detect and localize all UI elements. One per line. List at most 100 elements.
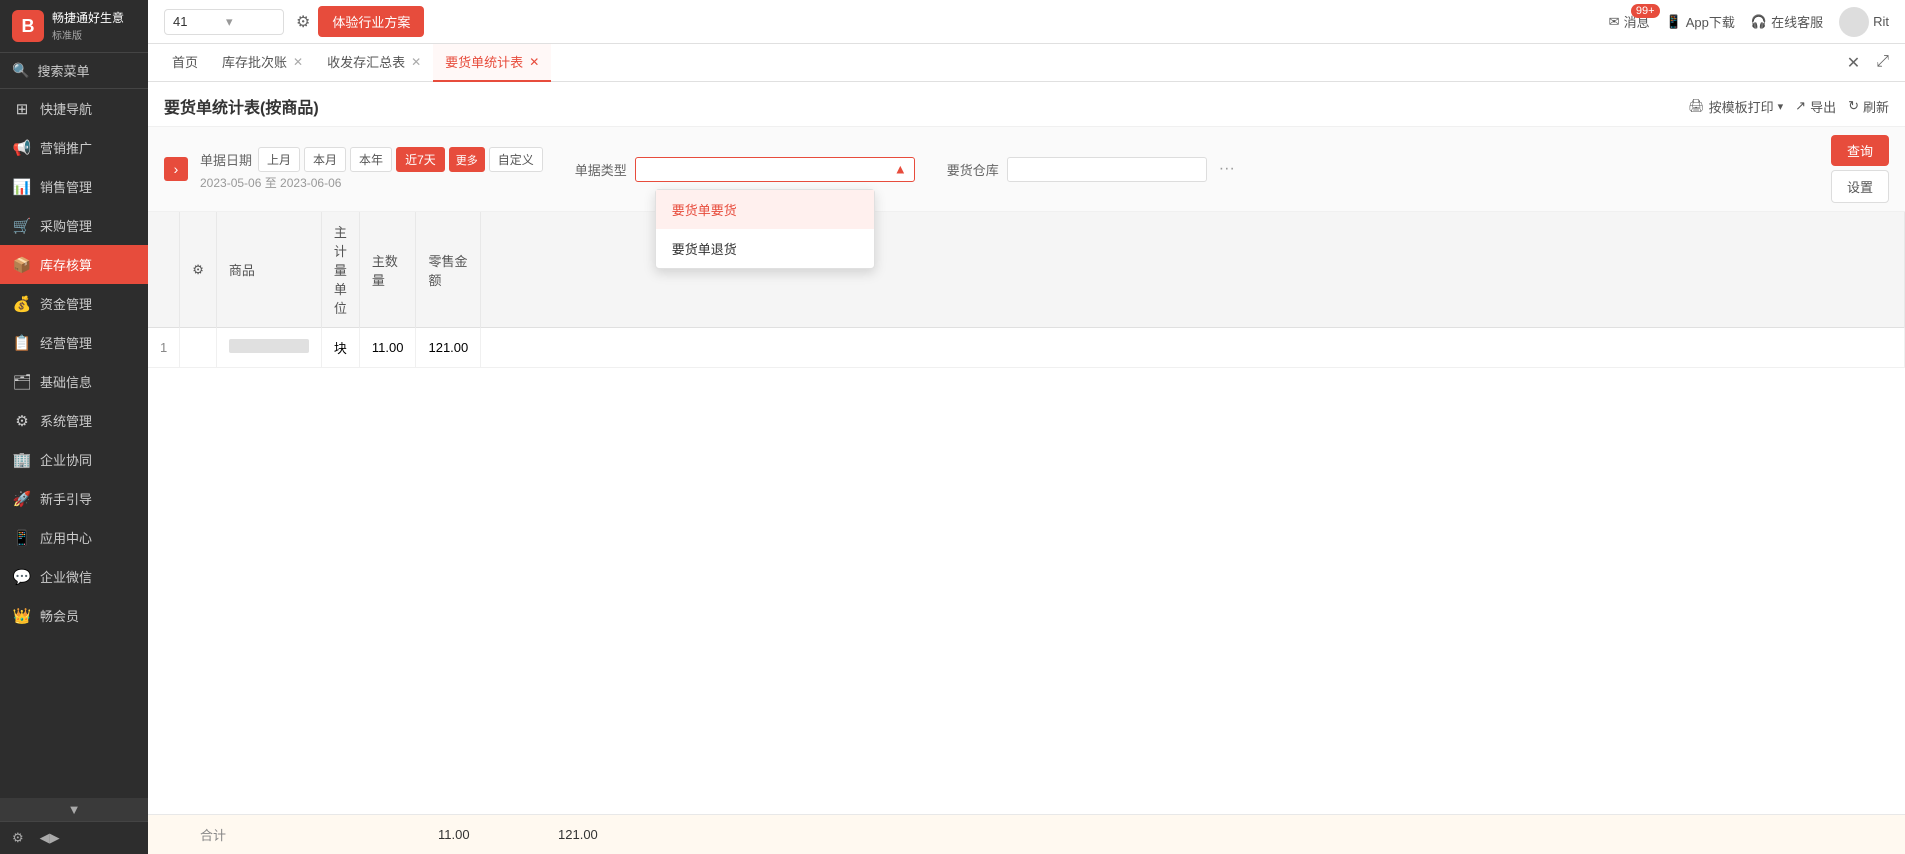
filter-date-group: 单据日期 上月 本月 本年 近7天 更多 自定义 2023-05-06 至 20…	[200, 147, 543, 191]
branch-selector[interactable]: 41 ▾	[164, 9, 284, 35]
system-icon: ⚙	[12, 412, 32, 430]
refresh-button[interactable]: ↻ 刷新	[1848, 97, 1889, 116]
nav-label: 系统管理	[40, 411, 92, 430]
online-service-button[interactable]: 🎧 在线客服	[1751, 12, 1823, 31]
cell-index: 1	[148, 328, 180, 368]
col-index	[148, 212, 180, 328]
nav-label: 新手引导	[40, 489, 92, 508]
wechat-icon: 💬	[12, 568, 32, 586]
tabs-bar: 首页 库存批次账 ✕ 收发存汇总表 ✕ 要货单统计表 ✕ ✕ ⤢	[148, 44, 1905, 82]
chevron-down-icon: ▾	[1778, 100, 1784, 113]
print-button[interactable]: 🖨 按模板打印 ▾	[1688, 97, 1783, 116]
sidebar-item-basic[interactable]: 🗂 基础信息	[0, 362, 148, 401]
settings-button[interactable]: ⚙	[12, 830, 24, 846]
date-btn-custom[interactable]: 自定义	[489, 147, 543, 172]
date-btn-current[interactable]: 本月	[304, 147, 346, 172]
gear-icon[interactable]: ⚙	[296, 12, 310, 32]
tab-close-icon[interactable]: ✕	[529, 55, 539, 69]
cell-settings	[180, 328, 217, 368]
nav-label: 企业协同	[40, 450, 92, 469]
message-icon: ✉	[1609, 14, 1620, 30]
sidebar-item-inventory[interactable]: 📦 库存核算	[0, 245, 148, 284]
dropdown-item-order-goods[interactable]: 要货单要货	[656, 190, 874, 229]
search-label: 搜索菜单	[37, 61, 89, 80]
filter-expand-button[interactable]: ›	[164, 157, 188, 181]
type-filter-input[interactable]	[635, 157, 915, 182]
tab-label: 要货单统计表	[445, 52, 523, 71]
table-container: ⚙ 商品 主计量单位 主数量 零售金额 1	[148, 212, 1905, 418]
guide-icon: 🚀	[12, 490, 32, 508]
export-button[interactable]: ↗ 导出	[1795, 97, 1836, 116]
more-filters-icon[interactable]: ···	[1219, 160, 1235, 178]
tab-close-icon[interactable]: ✕	[411, 55, 421, 69]
collapse-icon: ◀▶	[40, 830, 60, 846]
product-name-placeholder	[229, 339, 309, 353]
topbar-left: 41 ▾ ⚙ 体验行业方案	[164, 6, 1609, 37]
date-btn-up[interactable]: 上月	[258, 147, 300, 172]
tab-order-stats[interactable]: 要货单统计表 ✕	[433, 44, 551, 82]
query-button[interactable]: 查询	[1831, 135, 1889, 166]
topbar: 41 ▾ ⚙ 体验行业方案 ✉ 消息 99+ 📱 App下载 🎧 在线客服 R	[148, 0, 1905, 44]
nav-label: 应用中心	[40, 528, 92, 547]
app-download-button[interactable]: 📱 App下载	[1666, 12, 1735, 31]
tab-inventory-batch[interactable]: 库存批次账 ✕	[210, 44, 315, 82]
sidebar-search[interactable]: 🔍 搜索菜单	[0, 53, 148, 89]
sidebar-item-operation[interactable]: 📋 经营管理	[0, 323, 148, 362]
tab-close-icon[interactable]: ✕	[293, 55, 303, 69]
sidebar-item-appstore[interactable]: 📱 应用中心	[0, 518, 148, 557]
sidebar-item-marketing[interactable]: 📢 营销推广	[0, 128, 148, 167]
page-actions: 🖨 按模板打印 ▾ ↗ 导出 ↻ 刷新	[1688, 97, 1889, 116]
warehouse-filter-input[interactable]	[1007, 157, 1207, 182]
close-all-tabs-icon[interactable]: ✕	[1843, 49, 1864, 77]
col-amount: 零售金额	[416, 212, 481, 328]
main-content: 41 ▾ ⚙ 体验行业方案 ✉ 消息 99+ 📱 App下载 🎧 在线客服 R	[148, 0, 1905, 854]
tab-receive-send[interactable]: 收发存汇总表 ✕	[315, 44, 433, 82]
col-unit: 主计量单位	[321, 212, 359, 328]
date-btn-more[interactable]: 更多	[449, 147, 485, 172]
warehouse-filter-label: 要货仓库	[947, 160, 999, 179]
type-filter-label: 单据类型	[575, 160, 627, 179]
messages-button[interactable]: ✉ 消息 99+	[1609, 12, 1650, 31]
sidebar-item-finance[interactable]: 💰 资金管理	[0, 284, 148, 323]
filter-settings-button[interactable]: 设置	[1831, 170, 1889, 203]
table-row: 1 块 11.00 121.00	[148, 328, 1905, 368]
page-header: 要货单统计表(按商品) 🖨 按模板打印 ▾ ↗ 导出 ↻ 刷新	[148, 82, 1905, 126]
messages-badge: 99+	[1631, 4, 1660, 18]
finance-icon: 💰	[12, 295, 32, 313]
branch-value: 41	[173, 14, 222, 29]
chevron-up-icon[interactable]: ▲	[894, 162, 907, 177]
sidebar-scroll-down[interactable]: ▼	[0, 798, 148, 821]
export-icon: ↗	[1795, 98, 1806, 114]
collapse-button[interactable]: ◀▶	[40, 830, 60, 846]
tab-label: 库存批次账	[222, 52, 287, 71]
column-settings-icon[interactable]: ⚙	[192, 262, 204, 277]
tab-home[interactable]: 首页	[160, 44, 210, 82]
date-btn-year[interactable]: 本年	[350, 147, 392, 172]
inventory-icon: 📦	[12, 256, 32, 274]
enterprise-icon: 🏢	[12, 451, 32, 469]
sidebar-item-enterprise[interactable]: 🏢 企业协同	[0, 440, 148, 479]
sidebar-item-purchase[interactable]: 🛒 采购管理	[0, 206, 148, 245]
sidebar-item-system[interactable]: ⚙ 系统管理	[0, 401, 148, 440]
nav-label: 资金管理	[40, 294, 92, 313]
sidebar-item-quick-nav[interactable]: ⊞ 快捷导航	[0, 89, 148, 128]
topbar-right: ✉ 消息 99+ 📱 App下载 🎧 在线客服 Rit	[1609, 7, 1889, 37]
footer-amount: 121.00	[558, 827, 678, 842]
trial-button[interactable]: 体验行业方案	[318, 6, 424, 37]
sidebar-item-member[interactable]: 👑 畅会员	[0, 596, 148, 635]
user-avatar[interactable]: Rit	[1839, 7, 1889, 37]
dropdown-item-order-return[interactable]: 要货单退货	[656, 229, 874, 268]
sidebar-item-wechat[interactable]: 💬 企业微信	[0, 557, 148, 596]
sidebar-item-guide[interactable]: 🚀 新手引导	[0, 479, 148, 518]
nav-label: 畅会员	[40, 606, 79, 625]
nav-label: 营销推广	[40, 138, 92, 157]
date-btn-7days[interactable]: 近7天	[396, 147, 445, 172]
refresh-label: 刷新	[1863, 97, 1889, 116]
sidebar-item-sales[interactable]: 📊 销售管理	[0, 167, 148, 206]
expand-icon[interactable]: ⤢	[1872, 49, 1893, 77]
footer-quantity: 11.00	[438, 827, 558, 842]
nav-label: 销售管理	[40, 177, 92, 196]
user-name: Rit	[1873, 14, 1889, 29]
table-footer: 合计 11.00 121.00	[148, 814, 1905, 854]
col-settings[interactable]: ⚙	[180, 212, 217, 328]
